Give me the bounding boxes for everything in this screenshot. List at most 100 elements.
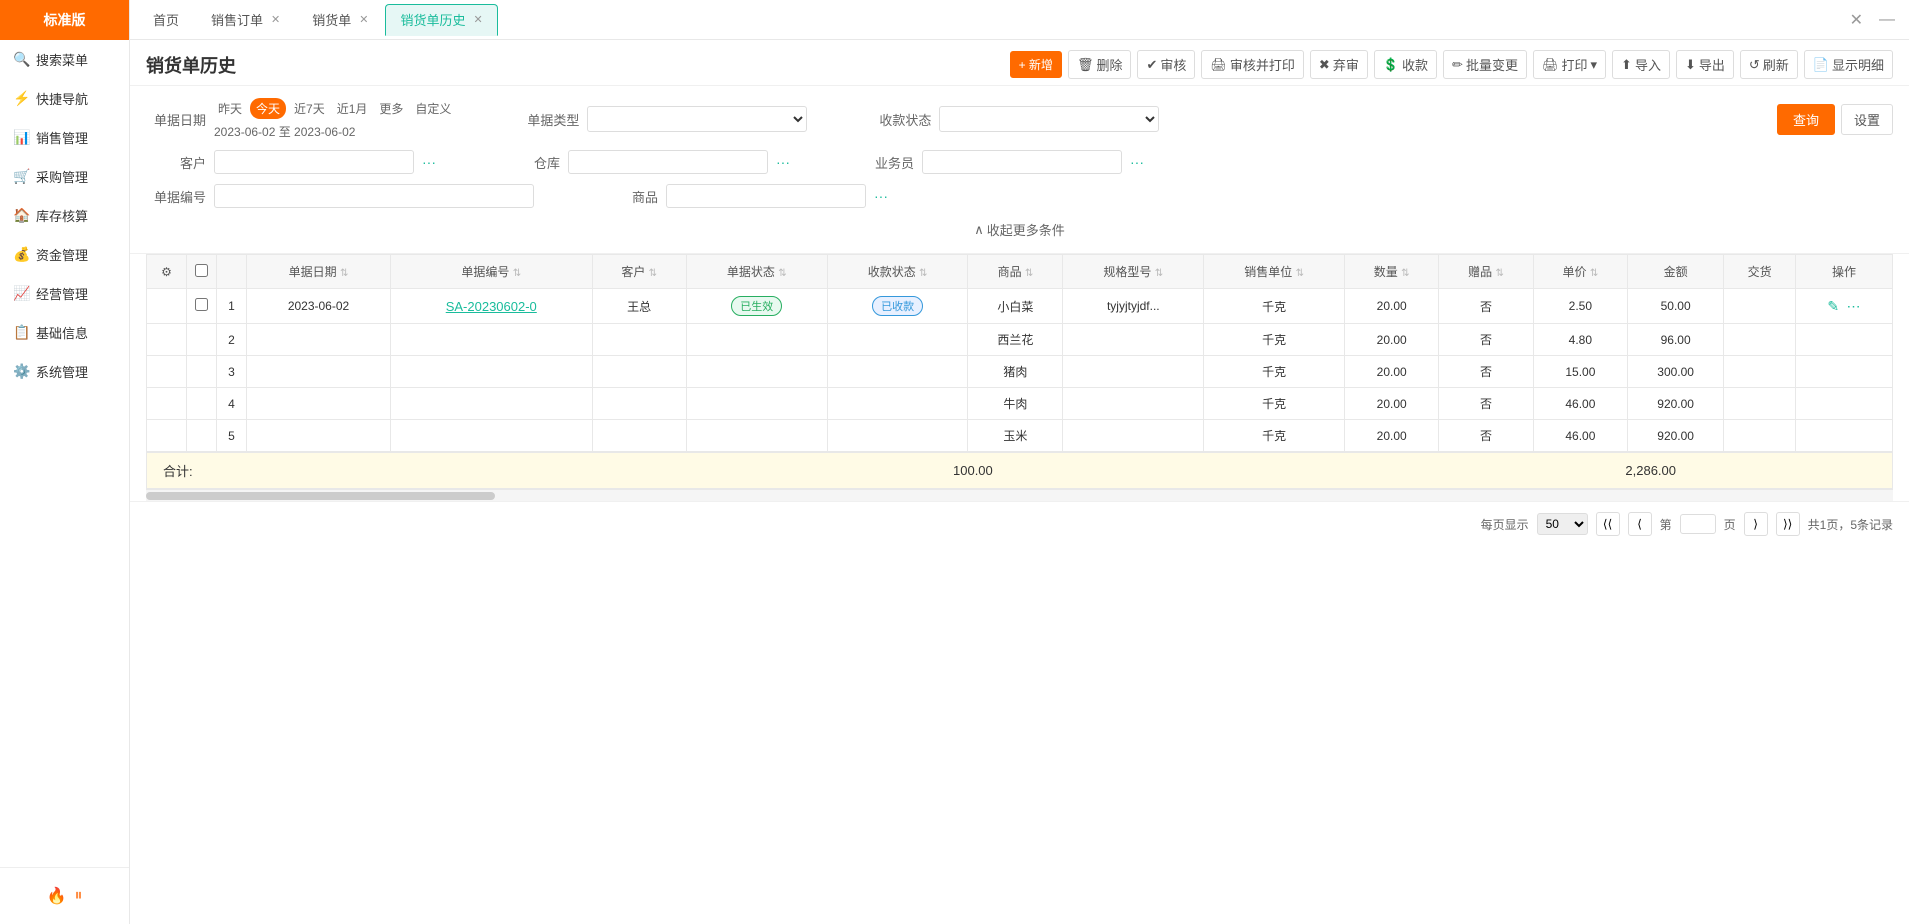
cell-delivery (1724, 388, 1796, 420)
tab-home[interactable]: 首页 (138, 4, 194, 36)
doc-no-input[interactable] (214, 184, 534, 208)
doc-type-select[interactable] (587, 106, 807, 132)
date-shortcut-yesterday[interactable]: 昨天 (214, 98, 246, 119)
col-doc-no[interactable]: 单据编号 ⇅ (391, 255, 593, 289)
window-minimize-icon[interactable]: — (1873, 11, 1901, 29)
tab-sales-delivery[interactable]: 销货单 ✕ (297, 4, 383, 36)
col-qty[interactable]: 数量 ⇅ (1345, 255, 1439, 289)
salesperson-dots[interactable]: ··· (1130, 154, 1144, 170)
tab-sales-delivery-close[interactable]: ✕ (359, 13, 368, 26)
customer-dots[interactable]: ··· (422, 154, 436, 170)
cell-check[interactable] (187, 289, 217, 324)
sidebar-item-inventory[interactable]: 🏠 库存核算 (0, 196, 129, 235)
refresh-button[interactable]: ↺ 刷新 (1740, 50, 1798, 79)
print-button[interactable]: 🖨 打印 ▾ (1533, 50, 1606, 79)
warehouse-dots[interactable]: ··· (776, 154, 790, 170)
col-gift[interactable]: 赠品 ⇅ (1439, 255, 1533, 289)
page-number-input[interactable]: 1 (1680, 514, 1716, 534)
warehouse-input[interactable] (568, 150, 768, 174)
pause-icon[interactable]: ⏸ (74, 887, 82, 905)
export-button[interactable]: ⬇ 导出 (1676, 50, 1734, 79)
page-size-select[interactable]: 50 20 100 (1537, 513, 1588, 535)
collect-button[interactable]: 💲 收款 (1374, 50, 1437, 79)
sidebar-item-ops-mgmt[interactable]: 📈 经营管理 (0, 274, 129, 313)
sidebar-item-quick-nav[interactable]: ⚡ 快捷导航 (0, 79, 129, 118)
sidebar-item-sales-mgmt[interactable]: 📊 销售管理 (0, 118, 129, 157)
audit-print-button[interactable]: 🖨 审核并打印 (1201, 50, 1304, 79)
collapse-button[interactable]: ∧ 收起更多条件 (966, 218, 1073, 241)
col-check[interactable] (187, 255, 217, 289)
edit-action-icon[interactable]: ✎ (1825, 298, 1841, 314)
scrollbar-thumb[interactable] (146, 492, 495, 500)
date-shortcut-more[interactable]: 更多 (375, 98, 407, 119)
cell-customer (592, 324, 686, 356)
col-gear[interactable]: ⚙ (147, 255, 187, 289)
doc-no-link[interactable]: SA-20230602-0 (446, 299, 537, 314)
sidebar-item-sys-mgmt[interactable]: ⚙️ 系统管理 (0, 352, 129, 391)
more-action-icon[interactable]: ⋯ (1844, 298, 1862, 314)
col-product[interactable]: 商品 ⇅ (968, 255, 1063, 289)
horizontal-scrollbar[interactable] (146, 489, 1893, 501)
col-price[interactable]: 单价 ⇅ (1533, 255, 1627, 289)
col-spec[interactable]: 规格型号 ⇅ (1063, 255, 1204, 289)
sort-customer-icon: ⇅ (649, 268, 657, 279)
import-button[interactable]: ⬆ 导入 (1612, 50, 1670, 79)
date-shortcut-1month[interactable]: 近1月 (333, 98, 372, 119)
audit-button[interactable]: ✔ 审核 (1137, 50, 1195, 79)
col-doc-status[interactable]: 单据状态 ⇅ (686, 255, 827, 289)
salesperson-input[interactable] (922, 150, 1122, 174)
product-dots[interactable]: ··· (874, 188, 888, 204)
col-doc-date[interactable]: 单据日期 ⇅ (247, 255, 391, 289)
delete-button[interactable]: 🗑 删除 (1068, 50, 1132, 79)
settings-button[interactable]: 设置 (1841, 104, 1893, 135)
cell-check[interactable] (187, 420, 217, 452)
cell-doc-no[interactable] (391, 324, 593, 356)
show-details-button[interactable]: 📄 显示明细 (1804, 50, 1893, 79)
collect-status-select[interactable] (939, 106, 1159, 132)
first-page-button[interactable]: ⟨⟨ (1596, 512, 1620, 536)
product-input[interactable] (666, 184, 866, 208)
query-button[interactable]: 查询 (1777, 104, 1835, 135)
abandon-button[interactable]: ✖ 弃审 (1310, 50, 1368, 79)
date-shortcut-custom[interactable]: 自定义 (411, 98, 455, 119)
cell-doc-no[interactable]: SA-20230602-0 (391, 289, 593, 324)
col-customer[interactable]: 客户 ⇅ (592, 255, 686, 289)
date-shortcut-7days[interactable]: 近7天 (290, 98, 329, 119)
prev-page-button[interactable]: ⟨ (1628, 512, 1652, 536)
cell-doc-no[interactable] (391, 356, 593, 388)
tab-sales-order[interactable]: 销售订单 ✕ (196, 4, 295, 36)
product-label: 商品 (598, 187, 658, 206)
fire-icon[interactable]: 🔥 (47, 886, 67, 906)
customer-label: 客户 (146, 153, 206, 172)
sidebar-item-finance[interactable]: 💰 资金管理 (0, 235, 129, 274)
cell-actions[interactable] (1795, 420, 1892, 452)
cell-check[interactable] (187, 356, 217, 388)
cell-actions[interactable]: ✎ ⋯ (1795, 289, 1892, 324)
col-collect-status[interactable]: 收款状态 ⇅ (827, 255, 968, 289)
cell-actions[interactable] (1795, 388, 1892, 420)
col-unit[interactable]: 销售单位 ⇅ (1204, 255, 1345, 289)
cell-doc-no[interactable] (391, 388, 593, 420)
next-page-button[interactable]: ⟩ (1744, 512, 1768, 536)
customer-input[interactable] (214, 150, 414, 174)
batch-change-button[interactable]: ✏ 批量变更 (1443, 50, 1527, 79)
cell-actions[interactable] (1795, 324, 1892, 356)
row-checkbox[interactable] (195, 298, 208, 311)
cell-doc-no[interactable] (391, 420, 593, 452)
sidebar-item-search-menu[interactable]: 🔍 搜索菜单 (0, 40, 129, 79)
window-close-icon[interactable]: ✕ (1844, 10, 1869, 30)
cell-check[interactable] (187, 388, 217, 420)
new-button[interactable]: + 新增 (1010, 51, 1062, 78)
cell-actions[interactable] (1795, 356, 1892, 388)
sidebar-item-basic-info[interactable]: 📋 基础信息 (0, 313, 129, 352)
select-all-checkbox[interactable] (195, 264, 208, 277)
tab-sales-order-close[interactable]: ✕ (271, 13, 280, 26)
last-page-button[interactable]: ⟩⟩ (1776, 512, 1800, 536)
date-shortcut-today[interactable]: 今天 (250, 98, 286, 119)
tab-sales-history-close[interactable]: ✕ (474, 13, 483, 26)
sidebar-logo: 标准版 (0, 0, 129, 40)
tab-sales-history[interactable]: 销货单历史 ✕ (385, 4, 497, 36)
cell-check[interactable] (187, 324, 217, 356)
sort-doc-no-icon: ⇅ (513, 268, 521, 279)
sidebar-item-purchase-mgmt[interactable]: 🛒 采购管理 (0, 157, 129, 196)
